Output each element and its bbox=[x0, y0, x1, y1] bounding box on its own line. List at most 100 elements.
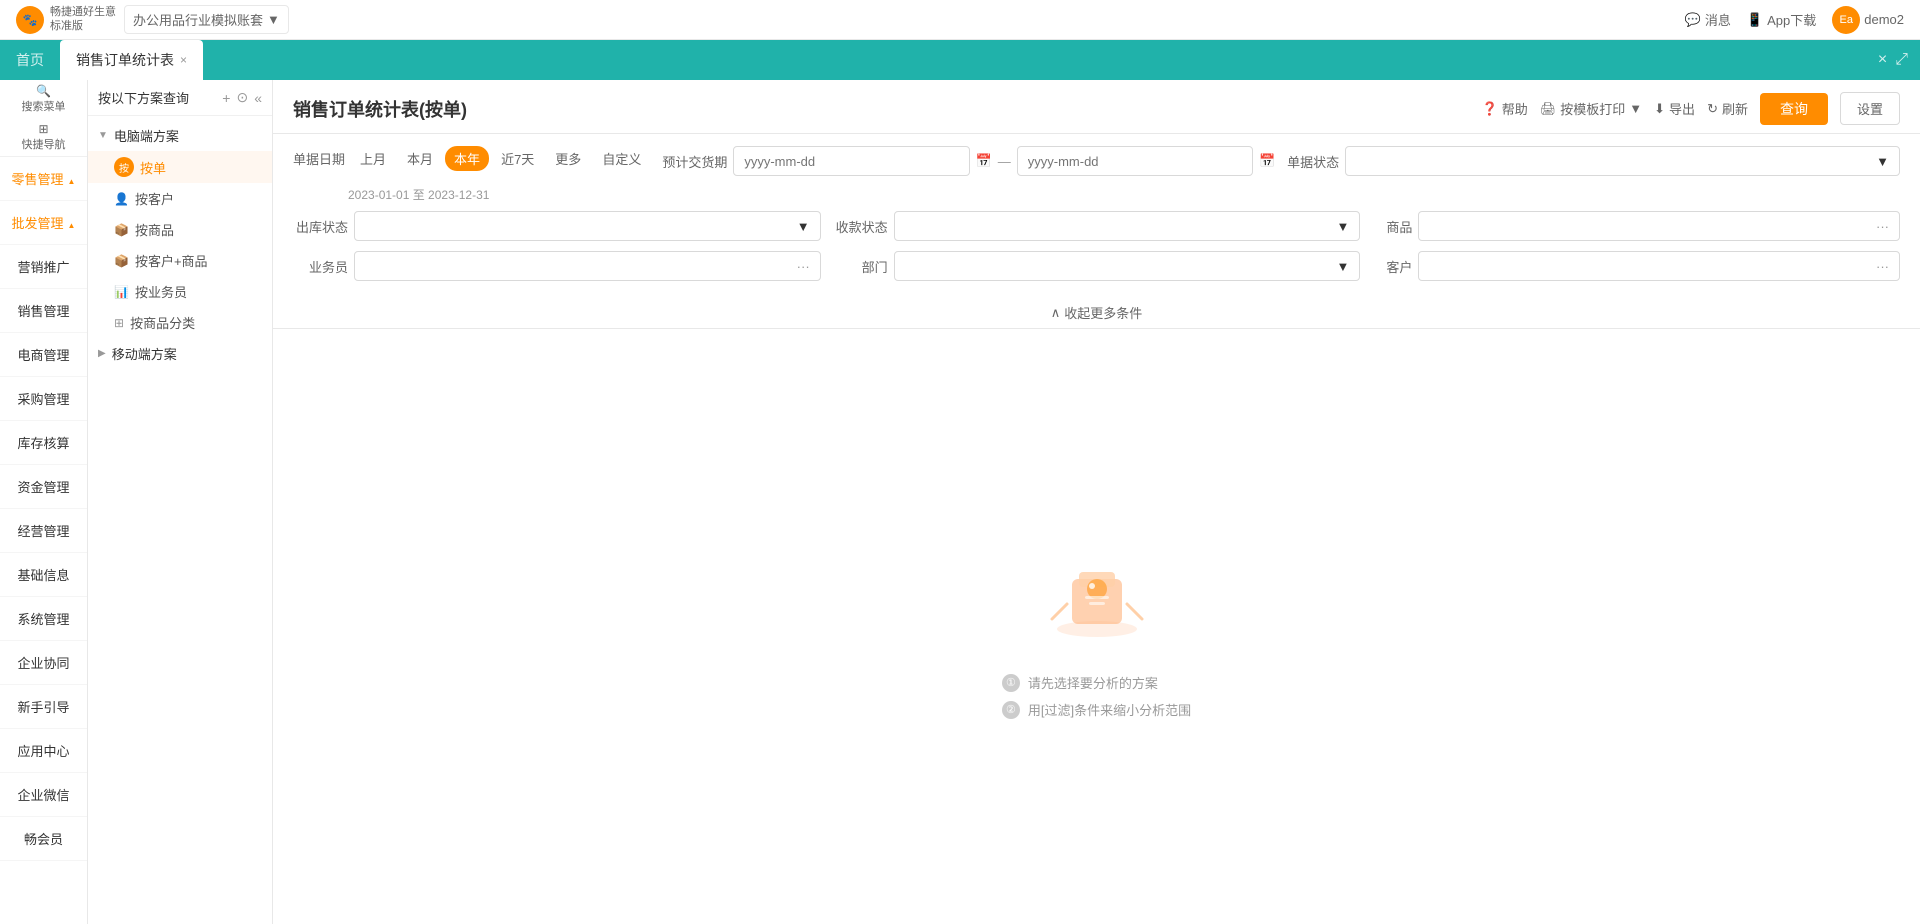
salesman-more-btn[interactable]: ··· bbox=[797, 259, 810, 274]
help-icon: ❓ bbox=[1482, 101, 1498, 117]
sidebar-item-marketing[interactable]: 营销推广 bbox=[0, 245, 87, 289]
date-btn-last-month[interactable]: 上月 bbox=[351, 146, 395, 171]
scheme-collapse-btn[interactable]: « bbox=[254, 90, 262, 106]
help-btn[interactable]: ❓ 帮助 bbox=[1482, 99, 1528, 118]
user-action[interactable]: Ea demo2 bbox=[1832, 6, 1904, 34]
status-arrow-icon: ▼ bbox=[1876, 154, 1889, 169]
refresh-btn[interactable]: ↻ 刷新 bbox=[1707, 99, 1748, 118]
sidebar: 🔍 搜索菜单 ⊞ 快捷导航 零售管理 批发管理 营销推广 销售管理 电商管理 采… bbox=[0, 80, 88, 924]
step-num-2: ② bbox=[1002, 701, 1020, 719]
sidebar-item-wechat[interactable]: 企业微信 bbox=[0, 773, 87, 817]
scheme-panel-actions: + ⊙ « bbox=[222, 89, 262, 106]
main-layout: 🔍 搜索菜单 ⊞ 快捷导航 零售管理 批发管理 营销推广 销售管理 电商管理 采… bbox=[0, 80, 1920, 924]
goods-more-btn[interactable]: ··· bbox=[1876, 219, 1889, 234]
date-btn-more[interactable]: 更多 bbox=[546, 146, 590, 171]
tab-active[interactable]: 销售订单统计表 × bbox=[60, 40, 203, 80]
date-btn-custom[interactable]: 自定义 bbox=[593, 146, 650, 171]
goods-label: 商品 bbox=[1372, 217, 1412, 236]
group-arrow-mobile-icon: ▶ bbox=[98, 348, 106, 359]
quick-nav-btn[interactable]: ⊞ 快捷导航 bbox=[0, 118, 87, 157]
calendar-icon-start[interactable]: 📅 bbox=[976, 153, 992, 169]
scheme-edit-btn[interactable]: ⊙ bbox=[236, 89, 248, 106]
app-selector[interactable]: 办公用品行业模拟账套 ▼ bbox=[124, 5, 289, 34]
settings-btn[interactable]: 设置 bbox=[1840, 92, 1900, 125]
sidebar-item-ecommerce[interactable]: 电商管理 bbox=[0, 333, 87, 377]
sidebar-item-business[interactable]: 经营管理 bbox=[0, 509, 87, 553]
query-btn[interactable]: 查询 bbox=[1760, 93, 1828, 125]
sidebar-item-inventory[interactable]: 库存核算 bbox=[0, 421, 87, 465]
salesman-select[interactable]: ··· bbox=[354, 251, 821, 281]
out-status-select[interactable]: ▼ bbox=[354, 211, 821, 241]
message-icon: 💬 bbox=[1685, 12, 1701, 28]
print-icon: 🖨 bbox=[1540, 101, 1557, 117]
status-label: 单据状态 bbox=[1287, 152, 1339, 171]
sidebar-item-cooperation[interactable]: 企业协同 bbox=[0, 641, 87, 685]
sidebar-item-wholesale[interactable]: 批发管理 bbox=[0, 201, 87, 245]
scheme-add-btn[interactable]: + bbox=[222, 90, 230, 106]
scheme-bar-icon: 📊 bbox=[114, 285, 129, 299]
top-bar-right: 💬 消息 📱 App下载 Ea demo2 bbox=[1685, 6, 1904, 34]
scheme-group-mobile: ▶ 移动端方案 bbox=[88, 338, 272, 369]
chevron-down-icon: ▼ bbox=[267, 12, 280, 27]
filter-card: 单据日期 上月 本月 本年 近7天 更多 自定义 预计交货期 bbox=[273, 134, 1920, 297]
tab-minimize-btn[interactable]: × bbox=[1878, 51, 1887, 69]
payment-status-select[interactable]: ▼ bbox=[894, 211, 1361, 241]
date-dash: — bbox=[998, 154, 1011, 169]
app-download-action[interactable]: 📱 App下载 bbox=[1747, 10, 1816, 29]
out-status-arrow-icon: ▼ bbox=[797, 219, 810, 234]
collapse-btn[interactable]: ∧ 收起更多条件 bbox=[1051, 303, 1143, 322]
status-select[interactable]: ▼ bbox=[1345, 146, 1900, 176]
print-arrow-icon: ▼ bbox=[1629, 101, 1642, 116]
goods-select[interactable]: ··· bbox=[1418, 211, 1900, 241]
scheme-panel: 按以下方案查询 + ⊙ « ▼ 电脑端方案 按 按单 bbox=[88, 80, 273, 924]
date-btn-7days[interactable]: 近7天 bbox=[492, 146, 543, 171]
scheme-item-by-order[interactable]: 按 按单 bbox=[88, 151, 272, 183]
export-btn[interactable]: ⬇ 导出 bbox=[1654, 99, 1695, 118]
scheme-item-by-goods[interactable]: 📦 按商品 bbox=[88, 214, 272, 245]
scheme-item-by-customer[interactable]: 👤 按客户 bbox=[88, 183, 272, 214]
sidebar-item-sales[interactable]: 销售管理 bbox=[0, 289, 87, 333]
sidebar-search-btn[interactable]: 🔍 搜索菜单 bbox=[0, 80, 87, 118]
tab-maximize-btn[interactable]: ⤢ bbox=[1895, 51, 1908, 69]
message-action[interactable]: 💬 消息 bbox=[1685, 10, 1731, 29]
scheme-item-by-category[interactable]: ⊞ 按商品分类 bbox=[88, 307, 272, 338]
date-range-display: 2023-01-01 至 2023-12-31 bbox=[293, 186, 1900, 203]
sidebar-item-finance[interactable]: 资金管理 bbox=[0, 465, 87, 509]
customer-select[interactable]: ··· bbox=[1418, 251, 1900, 281]
sidebar-item-purchase[interactable]: 采购管理 bbox=[0, 377, 87, 421]
tab-home[interactable]: 首页 bbox=[0, 40, 60, 80]
logo-text: 畅捷通好生意 标准版 bbox=[50, 6, 116, 32]
payment-status-label: 收款状态 bbox=[833, 217, 888, 236]
tab-close-icon[interactable]: × bbox=[180, 53, 187, 67]
scheme-group-header-desktop[interactable]: ▼ 电脑端方案 bbox=[88, 120, 272, 151]
expected-date-start-input[interactable] bbox=[733, 146, 969, 176]
logo-area: 🐾 畅捷通好生意 标准版 bbox=[16, 6, 116, 34]
step-num-1: ① bbox=[1002, 674, 1020, 692]
date-btn-this-year[interactable]: 本年 bbox=[445, 146, 489, 171]
scheme-box-icon: 📦 bbox=[114, 223, 129, 237]
sidebar-item-retail[interactable]: 零售管理 bbox=[0, 157, 87, 201]
sidebar-item-apps[interactable]: 应用中心 bbox=[0, 729, 87, 773]
sidebar-item-member[interactable]: 畅会员 bbox=[0, 817, 87, 861]
sidebar-item-guide[interactable]: 新手引导 bbox=[0, 685, 87, 729]
sidebar-item-system[interactable]: 系统管理 bbox=[0, 597, 87, 641]
template-print-btn[interactable]: 🖨 按模板打印 ▼ bbox=[1540, 99, 1642, 118]
download-icon: 📱 bbox=[1747, 12, 1763, 28]
department-select[interactable]: ▼ bbox=[894, 251, 1361, 281]
scheme-box2-icon: 📦 bbox=[114, 254, 129, 268]
collapse-icon: ∧ bbox=[1051, 305, 1061, 321]
sidebar-item-basic[interactable]: 基础信息 bbox=[0, 553, 87, 597]
scheme-item-by-salesman[interactable]: 📊 按业务员 bbox=[88, 276, 272, 307]
scheme-list: ▼ 电脑端方案 按 按单 👤 按客户 📦 按商品 bbox=[88, 116, 272, 924]
empty-illustration bbox=[1037, 534, 1157, 657]
calendar-icon-end[interactable]: 📅 bbox=[1259, 153, 1275, 169]
scheme-circle-icon: 按 bbox=[114, 157, 134, 177]
scheme-panel-title: 按以下方案查询 bbox=[98, 88, 189, 107]
customer-more-btn[interactable]: ··· bbox=[1876, 259, 1889, 274]
empty-state: ① 请先选择要分析的方案 ② 用[过滤]条件来缩小分析范围 bbox=[273, 329, 1920, 924]
expected-date-end-input[interactable] bbox=[1017, 146, 1253, 176]
scheme-item-by-customer-goods[interactable]: 📦 按客户+商品 bbox=[88, 245, 272, 276]
scheme-group-header-mobile[interactable]: ▶ 移动端方案 bbox=[88, 338, 272, 369]
page-header: 销售订单统计表(按单) ❓ 帮助 🖨 按模板打印 ▼ ⬇ 导出 bbox=[273, 80, 1920, 134]
date-btn-this-month[interactable]: 本月 bbox=[398, 146, 442, 171]
